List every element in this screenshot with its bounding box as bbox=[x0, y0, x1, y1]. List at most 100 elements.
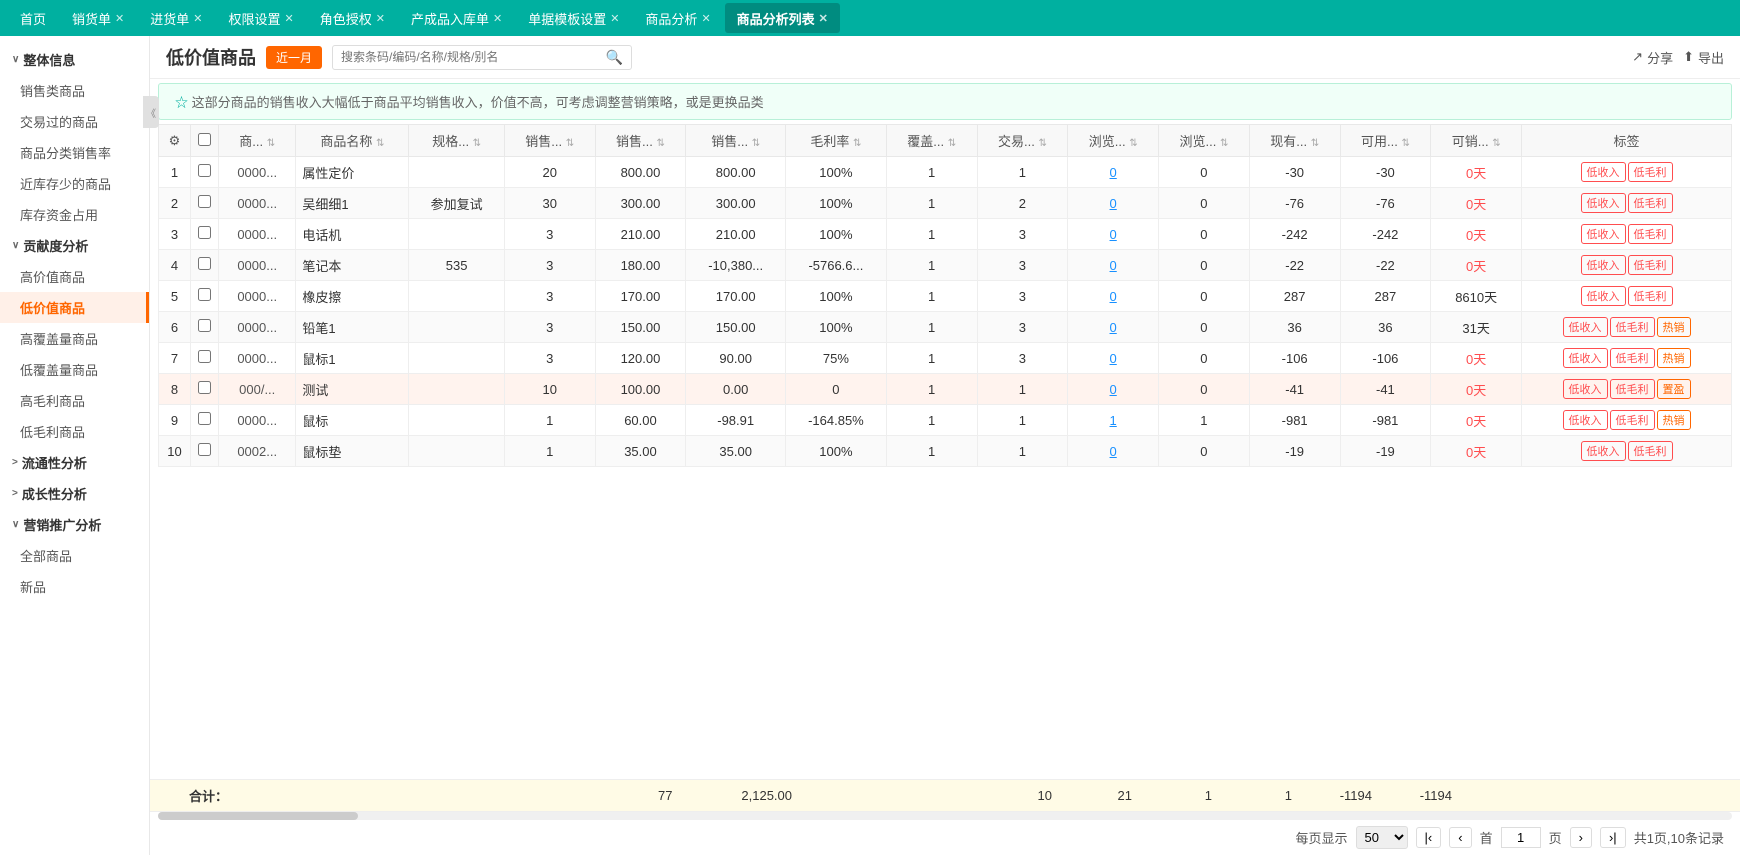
export-button[interactable]: ⬆ 导出 bbox=[1683, 48, 1724, 67]
nav-template[interactable]: 单据模板设置 ✕ bbox=[516, 3, 631, 33]
cell-browse1[interactable]: 0 bbox=[1068, 219, 1159, 250]
nav-warehouse-close[interactable]: ✕ bbox=[493, 12, 502, 25]
col-gear[interactable]: ⚙ bbox=[159, 125, 191, 157]
col-available[interactable]: 可用... ⇅ bbox=[1340, 125, 1431, 157]
browse1-link[interactable]: 1 bbox=[1110, 413, 1117, 428]
cell-browse1[interactable]: 0 bbox=[1068, 281, 1159, 312]
cell-browse1[interactable]: 0 bbox=[1068, 250, 1159, 281]
browse1-link[interactable]: 0 bbox=[1110, 258, 1117, 273]
scrollbar-thumb[interactable] bbox=[158, 812, 358, 820]
sidebar-item-new-products[interactable]: 新品 bbox=[0, 571, 149, 602]
browse1-link[interactable]: 0 bbox=[1110, 351, 1117, 366]
sidebar-item-low-margin[interactable]: 低毛利商品 bbox=[0, 416, 149, 447]
sidebar-item-high-margin[interactable]: 高毛利商品 bbox=[0, 385, 149, 416]
sidebar-section-overview[interactable]: ∨ 整体信息 bbox=[0, 44, 149, 75]
nav-purchase-close[interactable]: ✕ bbox=[193, 12, 202, 25]
col-current[interactable]: 现有... ⇅ bbox=[1249, 125, 1340, 157]
row-checkbox[interactable] bbox=[198, 319, 211, 332]
row-checkbox[interactable] bbox=[198, 350, 211, 363]
nav-sales-close[interactable]: ✕ bbox=[115, 12, 124, 25]
row-checkbox[interactable] bbox=[198, 195, 211, 208]
row-checkbox[interactable] bbox=[198, 381, 211, 394]
col-browse1[interactable]: 浏览... ⇅ bbox=[1068, 125, 1159, 157]
row-checkbox[interactable] bbox=[198, 226, 211, 239]
share-button[interactable]: ↗ 分享 bbox=[1632, 48, 1673, 67]
cell-browse1[interactable]: 1 bbox=[1068, 405, 1159, 436]
row-checkbox[interactable] bbox=[198, 443, 211, 456]
col-code[interactable]: 商... ⇅ bbox=[219, 125, 296, 157]
nav-role[interactable]: 角色授权 ✕ bbox=[308, 3, 397, 33]
col-sales-amount[interactable]: 销售... ⇅ bbox=[595, 125, 686, 157]
cell-checkbox[interactable] bbox=[191, 219, 219, 250]
sidebar-section-growth[interactable]: > 成长性分析 bbox=[0, 478, 149, 509]
nav-sales[interactable]: 销货单 ✕ bbox=[60, 3, 136, 33]
browse1-link[interactable]: 0 bbox=[1110, 320, 1117, 335]
first-page-button[interactable]: |‹ bbox=[1416, 827, 1442, 848]
cell-checkbox[interactable] bbox=[191, 188, 219, 219]
sidebar-toggle[interactable]: 《 bbox=[143, 96, 159, 128]
nav-warehouse[interactable]: 产成品入库单 ✕ bbox=[399, 3, 514, 33]
col-coverage[interactable]: 覆盖... ⇅ bbox=[886, 125, 977, 157]
sidebar-item-stock-fund[interactable]: 库存资金占用 bbox=[0, 199, 149, 230]
row-checkbox[interactable] bbox=[198, 412, 211, 425]
browse1-link[interactable]: 0 bbox=[1110, 165, 1117, 180]
nav-role-close[interactable]: ✕ bbox=[376, 12, 385, 25]
browse1-link[interactable]: 0 bbox=[1110, 289, 1117, 304]
col-spec[interactable]: 规格... ⇅ bbox=[409, 125, 504, 157]
col-sales-profit[interactable]: 销售... ⇅ bbox=[686, 125, 786, 157]
cell-browse1[interactable]: 0 bbox=[1068, 157, 1159, 188]
nav-template-close[interactable]: ✕ bbox=[610, 12, 619, 25]
cell-browse1[interactable]: 0 bbox=[1068, 374, 1159, 405]
col-browse2[interactable]: 浏览... ⇅ bbox=[1159, 125, 1250, 157]
sidebar-item-high-value[interactable]: 高价值商品 bbox=[0, 261, 149, 292]
cell-checkbox[interactable] bbox=[191, 157, 219, 188]
sidebar-item-low-stock[interactable]: 近库存少的商品 bbox=[0, 168, 149, 199]
search-input[interactable] bbox=[341, 50, 602, 64]
cell-checkbox[interactable] bbox=[191, 312, 219, 343]
col-sales-qty[interactable]: 销售... ⇅ bbox=[504, 125, 595, 157]
cell-checkbox[interactable] bbox=[191, 436, 219, 467]
sidebar-item-category-rate[interactable]: 商品分类销售率 bbox=[0, 137, 149, 168]
sidebar-section-marketing[interactable]: ∨ 营销推广分析 bbox=[0, 509, 149, 540]
sidebar-item-low-value[interactable]: 低价值商品 bbox=[0, 292, 149, 323]
col-margin[interactable]: 毛利率 ⇅ bbox=[786, 125, 887, 157]
sidebar-section-contribution[interactable]: ∨ 贡献度分析 bbox=[0, 230, 149, 261]
browse1-link[interactable]: 0 bbox=[1110, 444, 1117, 459]
cell-checkbox[interactable] bbox=[191, 250, 219, 281]
cell-checkbox[interactable] bbox=[191, 281, 219, 312]
page-input[interactable] bbox=[1501, 827, 1541, 848]
row-checkbox[interactable] bbox=[198, 257, 211, 270]
sidebar-item-traded[interactable]: 交易过的商品 bbox=[0, 106, 149, 137]
select-all-checkbox[interactable] bbox=[198, 133, 211, 146]
nav-analysis[interactable]: 商品分析 ✕ bbox=[633, 3, 722, 33]
col-saleable[interactable]: 可销... ⇅ bbox=[1431, 125, 1522, 157]
col-transaction[interactable]: 交易... ⇅ bbox=[977, 125, 1068, 157]
cell-checkbox[interactable] bbox=[191, 374, 219, 405]
next-page-button[interactable]: › bbox=[1570, 827, 1592, 848]
sidebar-item-low-coverage[interactable]: 低覆盖量商品 bbox=[0, 354, 149, 385]
nav-analysis-list[interactable]: 商品分析列表 ✕ bbox=[725, 3, 840, 33]
cell-checkbox[interactable] bbox=[191, 343, 219, 374]
browse1-link[interactable]: 0 bbox=[1110, 196, 1117, 211]
col-checkbox[interactable] bbox=[191, 125, 219, 157]
nav-permission-close[interactable]: ✕ bbox=[285, 12, 294, 25]
per-page-select[interactable]: 50 100 bbox=[1356, 826, 1408, 849]
sidebar-item-all-products[interactable]: 全部商品 bbox=[0, 540, 149, 571]
table-wrapper[interactable]: ⚙ 商... ⇅ 商品名称 ⇅ 规格... ⇅ 销售... ⇅ 销售... ⇅ … bbox=[150, 124, 1740, 779]
col-name[interactable]: 商品名称 ⇅ bbox=[296, 125, 409, 157]
nav-permission[interactable]: 权限设置 ✕ bbox=[216, 3, 305, 33]
sidebar-item-sales-products[interactable]: 销售类商品 bbox=[0, 75, 149, 106]
browse1-link[interactable]: 0 bbox=[1110, 227, 1117, 242]
col-tags[interactable]: 标签 bbox=[1522, 125, 1732, 157]
cell-browse1[interactable]: 0 bbox=[1068, 343, 1159, 374]
scrollbar-track[interactable] bbox=[158, 812, 1732, 820]
period-button[interactable]: 近一月 bbox=[266, 46, 322, 69]
nav-purchase[interactable]: 进货单 ✕ bbox=[138, 3, 214, 33]
search-icon[interactable]: 🔍 bbox=[606, 49, 623, 66]
last-page-button[interactable]: ›| bbox=[1600, 827, 1626, 848]
prev-page-button[interactable]: ‹ bbox=[1449, 827, 1471, 848]
nav-analysis-close[interactable]: ✕ bbox=[701, 12, 710, 25]
row-checkbox[interactable] bbox=[198, 164, 211, 177]
cell-browse1[interactable]: 0 bbox=[1068, 188, 1159, 219]
cell-checkbox[interactable] bbox=[191, 405, 219, 436]
